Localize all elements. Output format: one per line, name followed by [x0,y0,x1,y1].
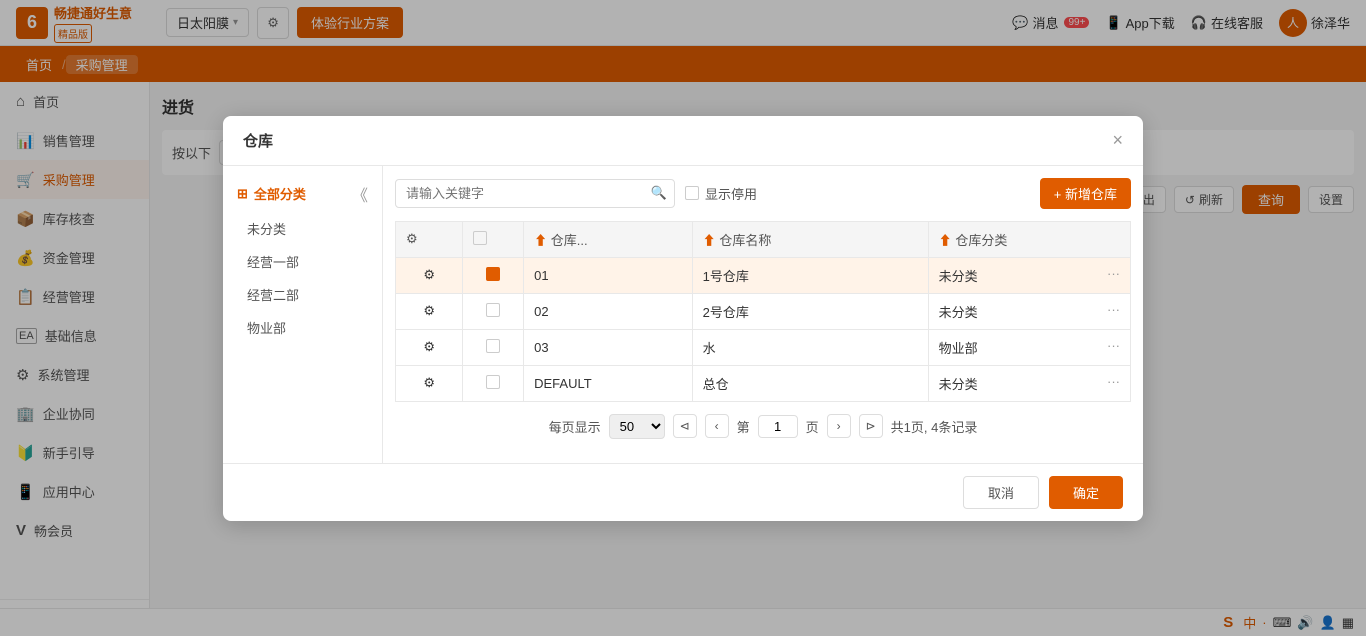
category-item-property[interactable]: 物业部 [223,311,382,344]
confirm-button[interactable]: 确定 [1049,476,1123,509]
add-warehouse-btn[interactable]: + 新增仓库 [1040,178,1131,209]
row-category-2: 物业部 ··· [928,329,1130,365]
row-category-0: 未分类 ··· [928,257,1130,293]
next-page-btn[interactable]: › [827,414,851,438]
table-container: ⚙ ⬆ 仓库... ⬆ [395,221,1131,402]
category-panel: ⊞ 全部分类 《 未分类 经营一部 经营二部 物业部 [223,166,383,463]
page-size-select[interactable]: 50 20 100 [609,414,665,439]
category-item-unclassified[interactable]: 未分类 [223,212,382,245]
last-page-btn[interactable]: ⊳ [859,414,883,438]
category-all-btn[interactable]: ⊞ 全部分类 [237,184,306,203]
row-check-3[interactable] [463,365,524,401]
warehouse-table: ⚙ ⬆ 仓库... ⬆ [395,221,1131,402]
table-row[interactable]: ⚙ 02 2号仓库 未分类 ··· [396,293,1131,329]
row-code-0: 01 [524,257,693,293]
modal-header: 仓库 × [223,116,1143,166]
row-code-3: DEFAULT [524,365,693,401]
row-more-3[interactable]: ··· [1107,374,1120,389]
content-panel: 🔍 显示停用 + 新增仓库 ⚙ [383,166,1143,463]
modal-title: 仓库 [243,130,273,151]
page-input[interactable] [758,415,798,438]
select-all-checkbox[interactable] [473,231,487,245]
row-name-1: 2号仓库 [692,293,928,329]
category-header: ⊞ 全部分类 《 [223,176,382,212]
row-check-1[interactable] [463,293,524,329]
row-name-2: 水 [692,329,928,365]
table-row[interactable]: ⚙ 03 水 物业部 ··· [396,329,1131,365]
modal-footer: 取消 确定 [223,463,1143,521]
table-row[interactable]: ⚙ 01 1号仓库 未分类 ··· [396,257,1131,293]
category-item-ops1[interactable]: 经营一部 [223,245,382,278]
col-header-gear: ⚙ [396,221,463,257]
row-checkbox-2[interactable] [486,339,500,353]
col-header-code: ⬆ 仓库... [524,221,693,257]
cancel-button[interactable]: 取消 [963,476,1039,509]
search-input[interactable] [395,179,675,208]
row-gear-3[interactable]: ⚙ [396,365,463,401]
prev-page-btn[interactable]: ‹ [705,414,729,438]
show-disabled-toggle[interactable]: 显示停用 [685,184,757,203]
search-icon[interactable]: 🔍 [651,185,667,201]
row-more-0[interactable]: ··· [1107,266,1120,281]
modal-body: ⊞ 全部分类 《 未分类 经营一部 经营二部 物业部 🔍 [223,166,1143,463]
col-header-name: ⬆ 仓库名称 [692,221,928,257]
show-disabled-checkbox[interactable] [685,186,699,200]
search-input-wrap: 🔍 [395,179,675,208]
row-more-2[interactable]: ··· [1107,338,1120,353]
category-item-ops2[interactable]: 经营二部 [223,278,382,311]
row-gear-0[interactable]: ⚙ [396,257,463,293]
pagination-bar: 每页显示 50 20 100 ⊲ ‹ 第 页 › ⊳ 共1页, 4条记录 [395,402,1131,451]
table-row[interactable]: ⚙ DEFAULT 总仓 未分类 ··· [396,365,1131,401]
first-page-btn[interactable]: ⊲ [673,414,697,438]
grid-icon: ⊞ [237,186,248,202]
row-code-2: 03 [524,329,693,365]
row-gear-1[interactable]: ⚙ [396,293,463,329]
search-toolbar: 🔍 显示停用 + 新增仓库 [395,178,1131,209]
row-more-1[interactable]: ··· [1107,302,1120,317]
row-gear-2[interactable]: ⚙ [396,329,463,365]
row-category-3: 未分类 ··· [928,365,1130,401]
row-checkbox-3[interactable] [486,375,500,389]
row-check-0[interactable] [463,257,524,293]
close-button[interactable]: × [1112,131,1123,149]
row-name-0: 1号仓库 [692,257,928,293]
modal-overlay: 仓库 × ⊞ 全部分类 《 未分类 经营一部 经营二部 物业部 [0,0,1366,636]
row-checkbox-1[interactable] [486,303,500,317]
row-checkbox-0[interactable] [486,267,500,281]
warehouse-modal: 仓库 × ⊞ 全部分类 《 未分类 经营一部 经营二部 物业部 [223,116,1143,521]
row-name-3: 总仓 [692,365,928,401]
col-header-check [463,221,524,257]
row-code-1: 02 [524,293,693,329]
row-category-1: 未分类 ··· [928,293,1130,329]
col-header-category: ⬆ 仓库分类 [928,221,1130,257]
row-check-2[interactable] [463,329,524,365]
collapse-panel-btn[interactable]: 《 [352,182,368,206]
